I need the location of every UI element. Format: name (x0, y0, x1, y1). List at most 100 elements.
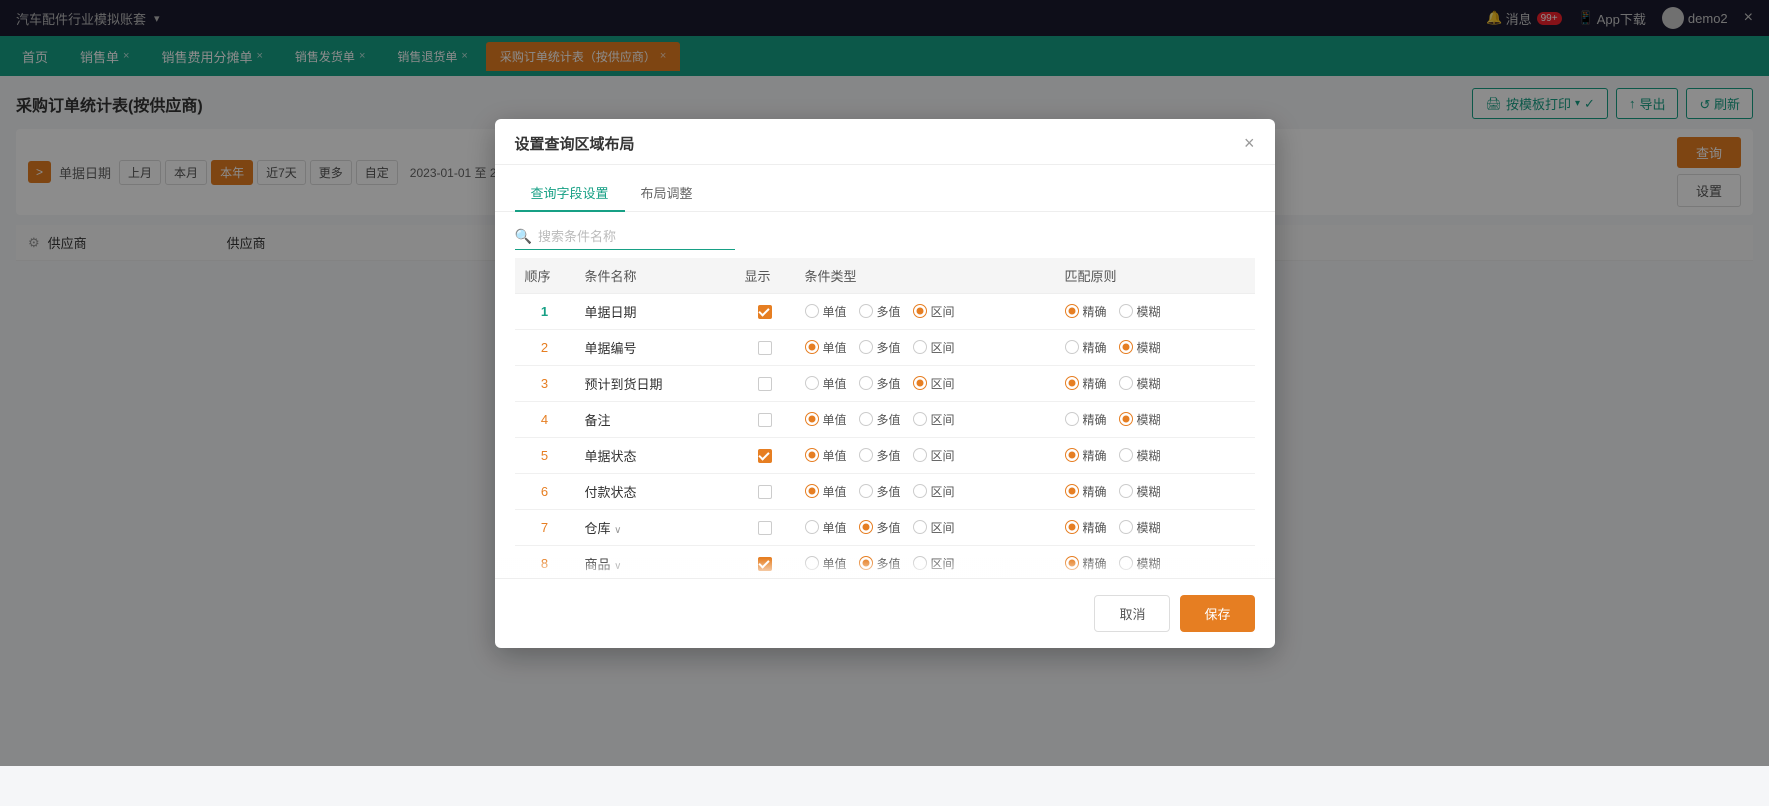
type-single-radio[interactable]: 单值 (805, 447, 847, 464)
type-single-radio-circle[interactable] (805, 304, 819, 318)
type-single-radio-circle[interactable] (805, 520, 819, 534)
match-exact-radio[interactable]: 精确 (1065, 447, 1107, 464)
match-fuzzy-radio[interactable]: 模糊 (1119, 447, 1161, 464)
type-multi-radio[interactable]: 多值 (859, 555, 901, 572)
type-range-radio-circle[interactable] (913, 448, 927, 462)
type-range-radio-circle[interactable] (913, 556, 927, 570)
row-display[interactable] (735, 365, 795, 401)
row-display[interactable] (735, 293, 795, 329)
type-multi-radio[interactable]: 多值 (859, 447, 901, 464)
search-input[interactable] (538, 229, 718, 244)
type-single-radio-circle[interactable] (805, 484, 819, 498)
match-fuzzy-radio-circle[interactable] (1119, 412, 1133, 426)
type-multi-radio-circle[interactable] (859, 412, 873, 426)
type-range-radio[interactable]: 区间 (913, 375, 955, 392)
type-range-radio[interactable]: 区间 (913, 519, 955, 536)
type-range-radio[interactable]: 区间 (913, 303, 955, 320)
match-exact-radio-circle[interactable] (1065, 340, 1079, 354)
row-display[interactable] (735, 437, 795, 473)
match-fuzzy-radio-circle[interactable] (1119, 556, 1133, 570)
type-multi-radio[interactable]: 多值 (859, 339, 901, 356)
save-btn[interactable]: 保存 (1180, 595, 1254, 632)
match-fuzzy-radio-circle[interactable] (1119, 520, 1133, 534)
type-range-radio-circle[interactable] (913, 412, 927, 426)
display-checkbox[interactable] (758, 413, 772, 427)
modal-tab-layout-adjust[interactable]: 布局调整 (625, 175, 709, 212)
type-multi-radio-circle[interactable] (859, 304, 873, 318)
match-exact-radio[interactable]: 精确 (1065, 339, 1107, 356)
type-multi-radio[interactable]: 多值 (859, 411, 901, 428)
match-fuzzy-radio-circle[interactable] (1119, 340, 1133, 354)
display-checkbox[interactable] (758, 305, 772, 319)
type-single-radio-circle[interactable] (805, 448, 819, 462)
match-fuzzy-radio[interactable]: 模糊 (1119, 483, 1161, 500)
row-display[interactable] (735, 401, 795, 437)
type-single-radio-circle[interactable] (805, 376, 819, 390)
type-single-radio[interactable]: 单值 (805, 411, 847, 428)
match-fuzzy-radio[interactable]: 模糊 (1119, 411, 1161, 428)
type-range-radio[interactable]: 区间 (913, 555, 955, 572)
type-range-radio[interactable]: 区间 (913, 483, 955, 500)
match-fuzzy-radio-circle[interactable] (1119, 376, 1133, 390)
modal-close-btn[interactable]: × (1244, 134, 1255, 152)
match-exact-radio[interactable]: 精确 (1065, 483, 1107, 500)
type-range-radio[interactable]: 区间 (913, 447, 955, 464)
match-exact-radio-circle[interactable] (1065, 304, 1079, 318)
row-display[interactable] (735, 329, 795, 365)
type-single-radio[interactable]: 单值 (805, 339, 847, 356)
type-range-radio[interactable]: 区间 (913, 411, 955, 428)
match-fuzzy-radio[interactable]: 模糊 (1119, 339, 1161, 356)
row-display[interactable] (735, 509, 795, 545)
type-multi-radio-circle[interactable] (859, 376, 873, 390)
match-exact-radio-circle[interactable] (1065, 556, 1079, 570)
match-exact-radio[interactable]: 精确 (1065, 555, 1107, 572)
match-exact-radio-circle[interactable] (1065, 520, 1079, 534)
type-single-radio[interactable]: 单值 (805, 375, 847, 392)
cancel-btn[interactable]: 取消 (1094, 595, 1170, 632)
type-multi-radio-circle[interactable] (859, 340, 873, 354)
match-exact-radio-circle[interactable] (1065, 484, 1079, 498)
type-multi-radio[interactable]: 多值 (859, 303, 901, 320)
row-display[interactable] (735, 545, 795, 578)
type-multi-radio-circle[interactable] (859, 556, 873, 570)
match-exact-radio-circle[interactable] (1065, 376, 1079, 390)
type-range-radio-circle[interactable] (913, 340, 927, 354)
row-display[interactable] (735, 473, 795, 509)
type-multi-radio[interactable]: 多值 (859, 375, 901, 392)
type-range-radio[interactable]: 区间 (913, 339, 955, 356)
type-range-radio-circle[interactable] (913, 304, 927, 318)
match-fuzzy-radio[interactable]: 模糊 (1119, 375, 1161, 392)
type-single-radio[interactable]: 单值 (805, 303, 847, 320)
type-multi-radio-circle[interactable] (859, 448, 873, 462)
display-checkbox[interactable] (758, 341, 772, 355)
match-exact-radio[interactable]: 精确 (1065, 303, 1107, 320)
type-range-radio-circle[interactable] (913, 520, 927, 534)
match-exact-radio-circle[interactable] (1065, 412, 1079, 426)
type-multi-radio-circle[interactable] (859, 520, 873, 534)
match-exact-radio-circle[interactable] (1065, 448, 1079, 462)
type-multi-radio[interactable]: 多值 (859, 483, 901, 500)
type-range-radio-circle[interactable] (913, 376, 927, 390)
type-range-radio-circle[interactable] (913, 484, 927, 498)
type-single-radio[interactable]: 单值 (805, 555, 847, 572)
match-fuzzy-radio-circle[interactable] (1119, 448, 1133, 462)
type-single-radio[interactable]: 单值 (805, 519, 847, 536)
modal-tab-field-settings[interactable]: 查询字段设置 (515, 175, 625, 212)
match-exact-radio[interactable]: 精确 (1065, 519, 1107, 536)
type-single-radio-circle[interactable] (805, 340, 819, 354)
display-checkbox[interactable] (758, 449, 772, 463)
type-single-radio[interactable]: 单值 (805, 483, 847, 500)
display-checkbox[interactable] (758, 521, 772, 535)
match-fuzzy-radio[interactable]: 模糊 (1119, 555, 1161, 572)
type-single-radio-circle[interactable] (805, 412, 819, 426)
type-multi-radio-circle[interactable] (859, 484, 873, 498)
match-fuzzy-radio[interactable]: 模糊 (1119, 303, 1161, 320)
match-fuzzy-radio-circle[interactable] (1119, 304, 1133, 318)
type-single-radio-circle[interactable] (805, 556, 819, 570)
display-checkbox[interactable] (758, 557, 772, 571)
match-fuzzy-radio[interactable]: 模糊 (1119, 519, 1161, 536)
match-exact-radio[interactable]: 精确 (1065, 375, 1107, 392)
type-multi-radio[interactable]: 多值 (859, 519, 901, 536)
match-fuzzy-radio-circle[interactable] (1119, 484, 1133, 498)
match-exact-radio[interactable]: 精确 (1065, 411, 1107, 428)
